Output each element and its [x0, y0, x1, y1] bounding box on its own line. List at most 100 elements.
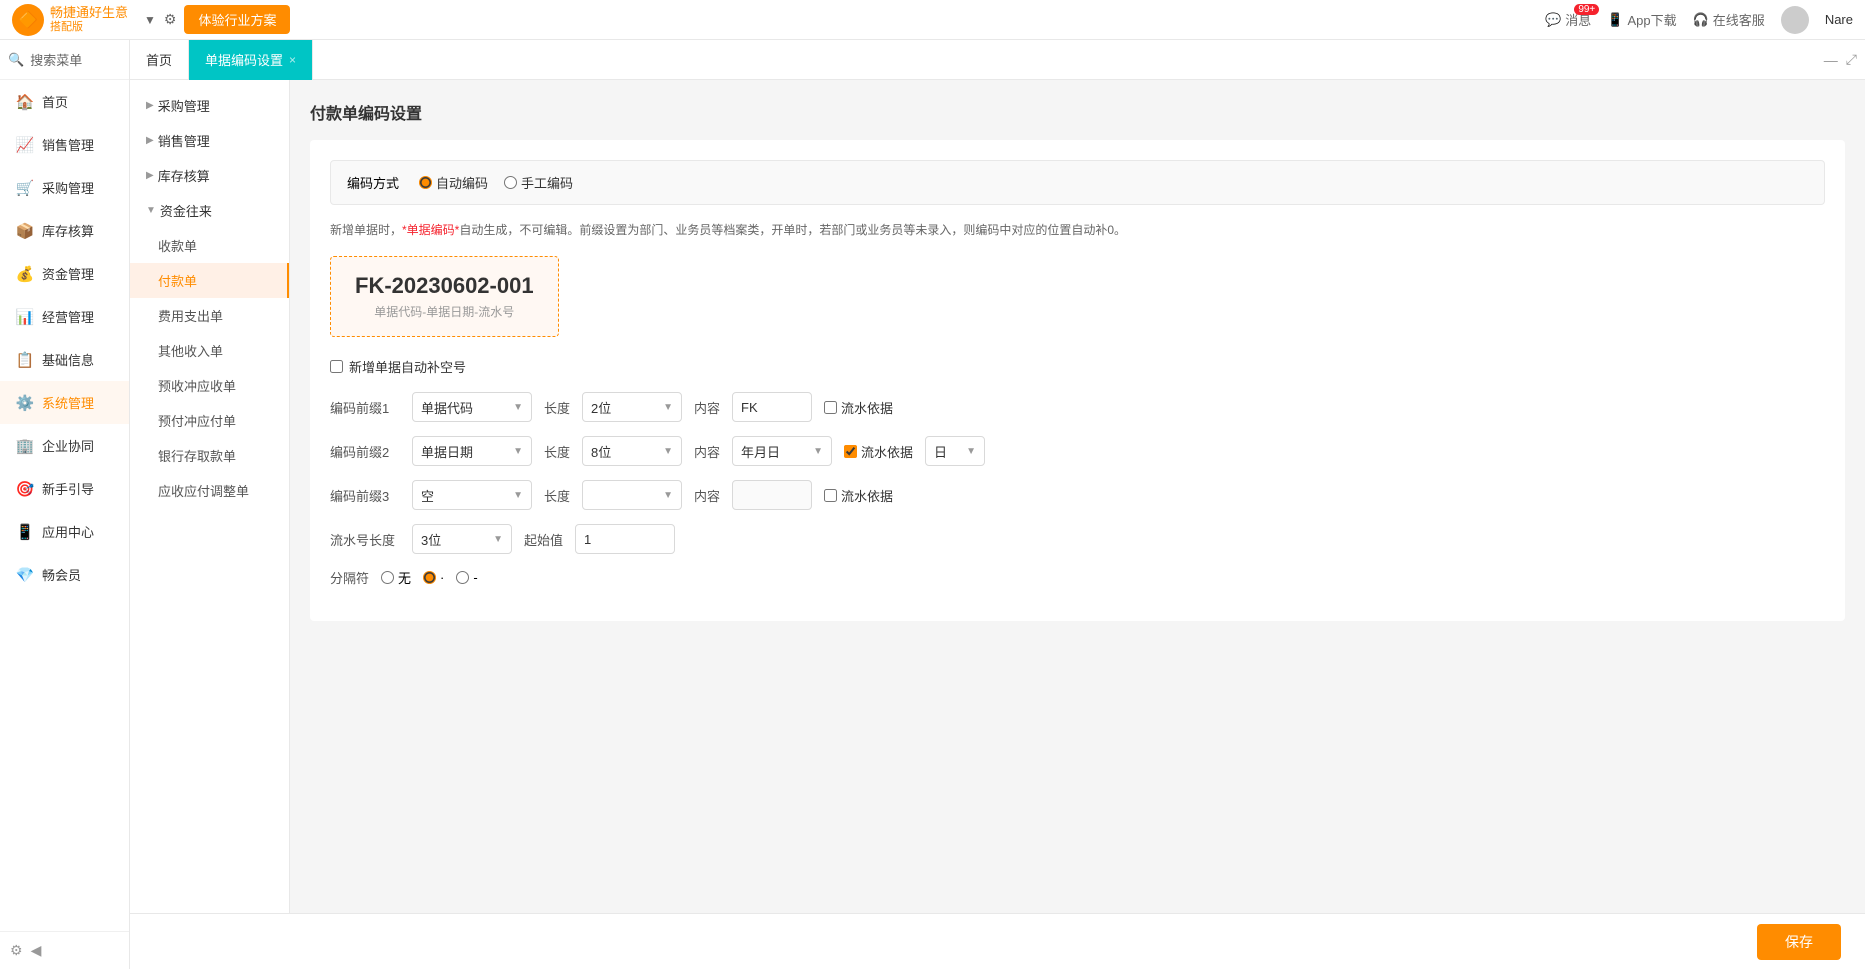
manual-code-radio[interactable]: 手工编码	[504, 173, 573, 192]
prefix1-length-select[interactable]: 2位 ▼	[582, 392, 682, 422]
message-icon: 💬	[1545, 12, 1561, 28]
sep-none-radio[interactable]: 无	[381, 568, 411, 587]
page-title: 付款单编码设置	[310, 100, 1845, 124]
manual-code-input[interactable]	[504, 176, 517, 189]
prefix2-length-select[interactable]: 8位 ▼	[582, 436, 682, 466]
sidebar-item-fund[interactable]: 💰 资金管理	[0, 252, 129, 295]
sidebar-item-guide[interactable]: 🎯 新手引导	[0, 467, 129, 510]
sidebar-item-home[interactable]: 🏠 首页	[0, 80, 129, 123]
settings-icon[interactable]: ⚙	[164, 11, 177, 28]
logo-icon: 🔶	[12, 4, 44, 36]
separator-row: 分隔符 无 · -	[330, 568, 1825, 587]
prefix1-stream: 流水依据	[824, 398, 893, 417]
top-bar-controls: ▼ ⚙ 体验行业方案	[144, 5, 290, 34]
code-preview: FK-20230602-001 单据代码-单据日期-流水号	[330, 256, 559, 337]
separator-label: 分隔符	[330, 568, 369, 587]
user-avatar[interactable]	[1781, 6, 1809, 34]
sidebar-item-operation[interactable]: 📊 经营管理	[0, 295, 129, 338]
auto-code-input[interactable]	[419, 176, 432, 189]
sidebar-bottom: ⚙ ◀	[0, 931, 129, 969]
search-icon: 🔍	[8, 52, 24, 68]
group-inventory-header[interactable]: ▶ 库存核算	[130, 158, 289, 193]
tab-home[interactable]: 首页	[130, 40, 189, 80]
main-layout: 🔍 搜索菜单 🏠 首页 📈 销售管理 🛒 采购管理 📦 库存核算 💰 资金管理 …	[0, 40, 1865, 969]
sep-dot-radio[interactable]: ·	[423, 570, 444, 585]
tab-minimize-icon[interactable]: —	[1824, 52, 1838, 68]
app-icon: 📱	[16, 523, 34, 541]
bottom-bar: 保存	[130, 913, 1865, 969]
start-value-label: 起始值	[524, 530, 563, 549]
prefix1-stream-checkbox[interactable]	[824, 401, 837, 414]
info-text: 新增单据时，*单据编码*自动生成，不可编辑。前缀设置为部门、业务员等档案类，开单…	[330, 221, 1825, 240]
sidebar-item-base[interactable]: 📋 基础信息	[0, 338, 129, 381]
sub-item-expense[interactable]: 费用支出单	[130, 298, 289, 333]
content-area: ▶ 采购管理 ▶ 销售管理 ▶ 库存核算	[130, 80, 1865, 913]
auto-fill-row: 新增单据自动补空号	[330, 357, 1825, 376]
sidebar-collapse-icon[interactable]: ◀	[31, 942, 42, 959]
sidebar-settings-icon[interactable]: ⚙	[10, 942, 23, 959]
group-sales-header[interactable]: ▶ 销售管理	[130, 123, 289, 158]
prefix2-label: 编码前缀2	[330, 442, 400, 461]
message-btn[interactable]: 💬 消息 99+	[1545, 10, 1591, 29]
sep-dot-input[interactable]	[423, 571, 436, 584]
prefix1-content-label: 内容	[694, 398, 720, 417]
sidebar-item-purchase[interactable]: 🛒 采购管理	[0, 166, 129, 209]
stream-length-select[interactable]: 3位 ▼	[412, 524, 512, 554]
prefix2-period-select[interactable]: 日 ▼	[925, 436, 985, 466]
prefix2-select[interactable]: 单据日期 ▼	[412, 436, 532, 466]
sub-item-adjust[interactable]: 应收应付调整单	[130, 473, 289, 508]
start-value-input[interactable]	[575, 524, 675, 554]
sidebar-item-corp[interactable]: 🏢 企业协同	[0, 424, 129, 467]
prefix1-label: 编码前缀1	[330, 398, 400, 417]
sub-item-pre-payment[interactable]: 预付冲应付单	[130, 403, 289, 438]
auto-code-radio[interactable]: 自动编码	[419, 173, 488, 192]
home-icon: 🏠	[16, 93, 34, 111]
sub-sidebar: ▶ 采购管理 ▶ 销售管理 ▶ 库存核算	[130, 80, 290, 913]
inventory-icon: 📦	[16, 222, 34, 240]
trial-btn[interactable]: 体验行业方案	[184, 5, 290, 34]
sidebar-item-system[interactable]: ⚙️ 系统管理	[0, 381, 129, 424]
group-fund-arrow: ▼	[146, 205, 156, 216]
sub-item-bank[interactable]: 银行存取款单	[130, 438, 289, 473]
coding-method-row: 编码方式 自动编码 手工编码	[330, 160, 1825, 205]
tab-close-icon[interactable]: ×	[289, 53, 296, 67]
sub-item-payment[interactable]: 付款单	[130, 263, 289, 298]
sidebar-item-inventory[interactable]: 📦 库存核算	[0, 209, 129, 252]
auto-fill-label: 新增单据自动补空号	[349, 357, 466, 376]
fund-icon: 💰	[16, 265, 34, 283]
sub-item-receipt[interactable]: 收款单	[130, 228, 289, 263]
corp-icon: 🏢	[16, 437, 34, 455]
prefix2-content-select[interactable]: 年月日 ▼	[732, 436, 832, 466]
prefix3-stream-checkbox[interactable]	[824, 489, 837, 502]
sep-dash-radio[interactable]: -	[456, 570, 477, 585]
sep-dash-input[interactable]	[456, 571, 469, 584]
prefix3-arrow: ▼	[513, 490, 523, 501]
prefix3-row: 编码前缀3 空 ▼ 长度 ▼ 内容	[330, 480, 1825, 510]
sidebar-search[interactable]: 🔍 搜索菜单	[0, 40, 129, 80]
prefix2-stream-checkbox[interactable]	[844, 445, 857, 458]
service-btn[interactable]: 🎧 在线客服	[1693, 10, 1765, 29]
prefix3-select[interactable]: 空 ▼	[412, 480, 532, 510]
sidebar-item-vip[interactable]: 💎 畅会员	[0, 553, 129, 596]
stream-length-arrow: ▼	[493, 534, 503, 545]
prefix2-row: 编码前缀2 单据日期 ▼ 长度 8位 ▼ 内容 年月日	[330, 436, 1825, 466]
sub-item-other-income[interactable]: 其他收入单	[130, 333, 289, 368]
group-purchase-header[interactable]: ▶ 采购管理	[130, 88, 289, 123]
tab-expand-icon[interactable]: ⤢	[1846, 51, 1857, 68]
group-inventory-arrow: ▶	[146, 170, 154, 181]
sep-none-input[interactable]	[381, 571, 394, 584]
tab-current[interactable]: 单据编码设置 ×	[189, 40, 313, 80]
prefix2-content-label: 内容	[694, 442, 720, 461]
prefix1-select[interactable]: 单据代码 ▼	[412, 392, 532, 422]
app-download-btn[interactable]: 📱 App下载	[1607, 10, 1676, 29]
group-fund-header[interactable]: ▼ 资金往来	[130, 193, 289, 228]
prefix3-length-select[interactable]: ▼	[582, 480, 682, 510]
prefix2-period-arrow: ▼	[966, 446, 976, 457]
auto-fill-checkbox[interactable]	[330, 360, 343, 373]
save-button[interactable]: 保存	[1757, 924, 1841, 960]
sidebar-item-sales[interactable]: 📈 销售管理	[0, 123, 129, 166]
nav-arrow[interactable]: ▼	[144, 13, 156, 27]
sidebar-item-app[interactable]: 📱 应用中心	[0, 510, 129, 553]
sub-item-pre-receipt[interactable]: 预收冲应收单	[130, 368, 289, 403]
group-inventory: ▶ 库存核算	[130, 158, 289, 193]
